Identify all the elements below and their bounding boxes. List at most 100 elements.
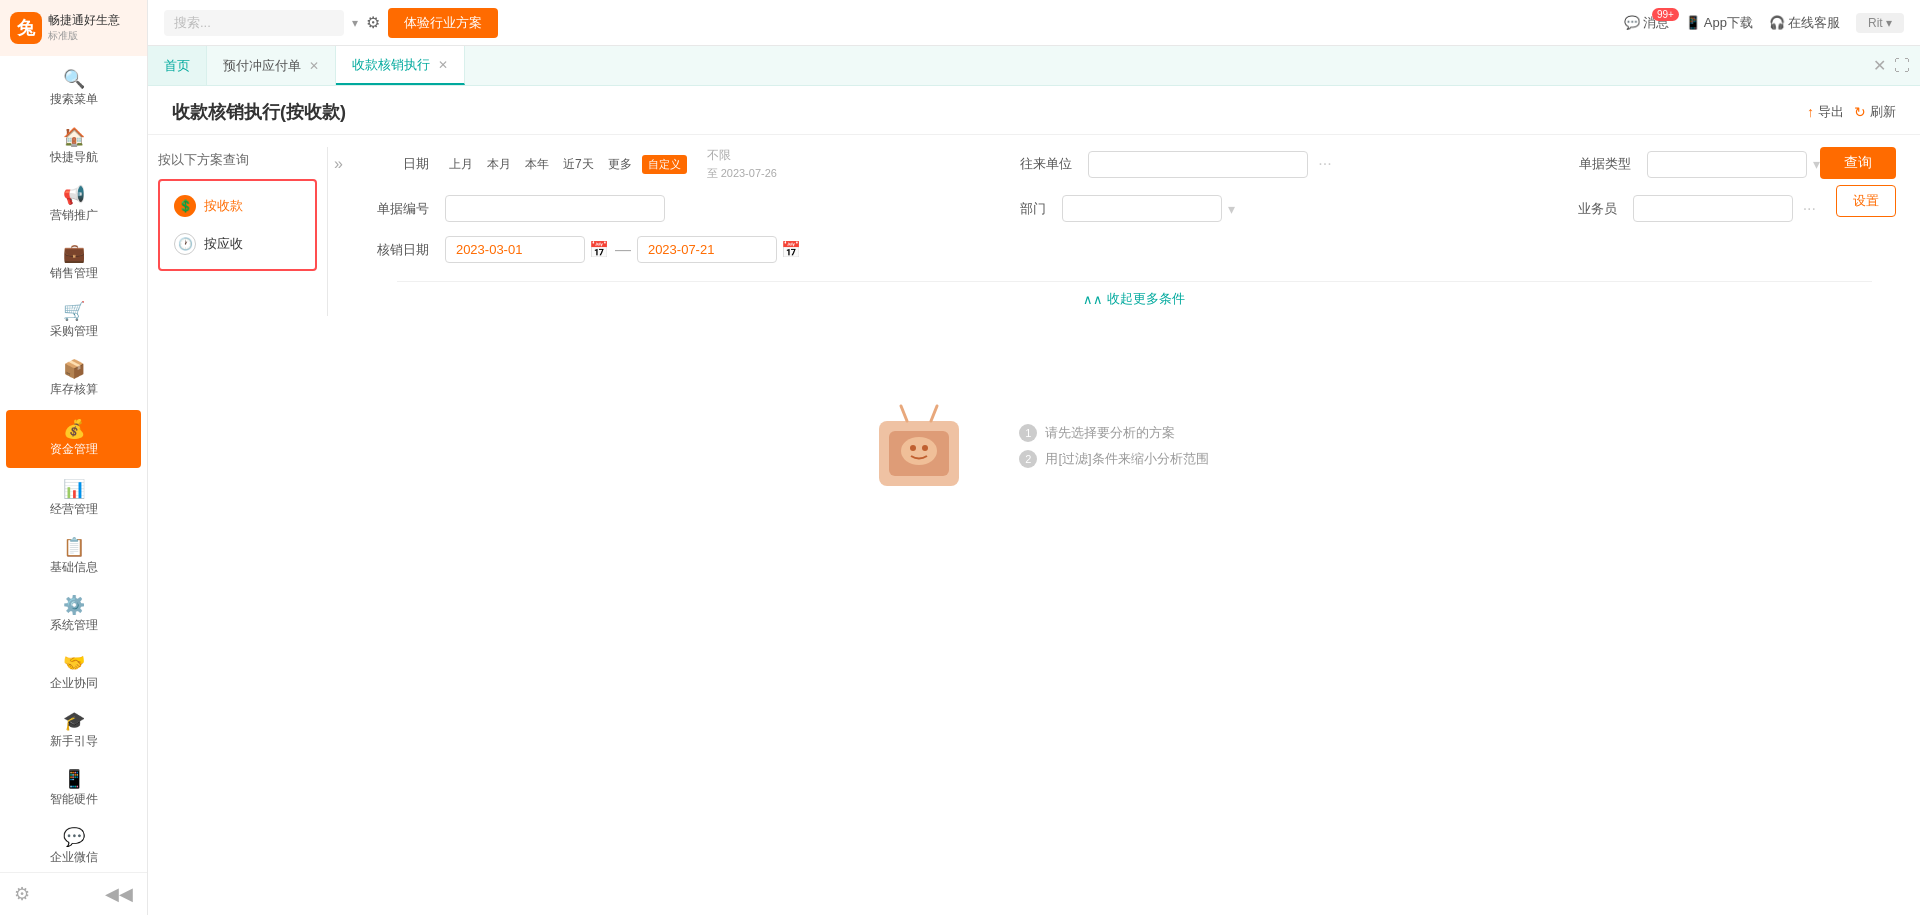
window-controls: ✕ ⛶ (1863, 46, 1920, 85)
export-button[interactable]: ↑ 导出 (1807, 103, 1844, 121)
doc-type-select[interactable] (1647, 151, 1807, 178)
receivable-option-icon: 🕐 (174, 233, 196, 255)
receipt-option-label: 按收款 (204, 197, 243, 215)
filter-by-receipt[interactable]: 💲 按收款 (164, 187, 311, 225)
staff-more-icon[interactable]: ··· (1799, 200, 1820, 218)
page-actions: ↑ 导出 ↻ 刷新 (1807, 103, 1896, 121)
query-actions-col: 查询 设置 (1820, 147, 1896, 277)
sidebar-item-marketing[interactable]: 📢 营销推广 (0, 176, 147, 234)
tab-receivables[interactable]: 收款核销执行 ✕ (336, 46, 465, 85)
header-dropdown-icon[interactable]: ▾ (352, 16, 358, 30)
sidebar-item-system[interactable]: ⚙️ 系统管理 (0, 586, 147, 644)
chevron-up-icon: ∧∧ (1083, 292, 1103, 307)
sidebar-item-quick-nav[interactable]: 🏠 快捷导航 (0, 118, 147, 176)
sidebar-item-label: 新手引导 (50, 733, 98, 750)
settings-bottom-icon[interactable]: ⚙ (14, 883, 30, 905)
dept-label: 部门 (990, 200, 1046, 218)
sidebar-item-label: 企业微信 (50, 849, 98, 866)
prepay-tab-close[interactable]: ✕ (309, 59, 319, 73)
system-icon: ⚙️ (63, 596, 85, 614)
message-icon: 💬 (1624, 15, 1640, 30)
user-menu[interactable]: Rit ▾ (1856, 13, 1904, 33)
verify-end-calendar-icon[interactable]: 📅 (781, 240, 801, 259)
tab-prepay[interactable]: 预付冲应付单 ✕ (207, 46, 336, 85)
empty-hints: 1 请先选择要分析的方案 2 用[过滤]条件来缩小分析范围 (1019, 424, 1208, 468)
wechat-icon: 💬 (63, 828, 85, 846)
sidebar-item-wechat[interactable]: 💬 企业微信 (0, 818, 147, 872)
sidebar: 兔 畅捷通好生意 标准版 🔍 搜索菜单 🏠 快捷导航 📢 营销推广 💼 销售管理… (0, 0, 148, 915)
partner-label: 往来单位 (1016, 155, 1072, 173)
sidebar-item-sales[interactable]: 💼 销售管理 (0, 234, 147, 292)
sidebar-item-purchase[interactable]: 🛒 采购管理 (0, 292, 147, 350)
doc-type-chevron: ▾ (1813, 156, 1820, 172)
sidebar-item-hardware[interactable]: 📱 智能硬件 (0, 760, 147, 818)
date-custom[interactable]: 自定义 (642, 155, 687, 174)
verify-start-wrap: 📅 (445, 236, 609, 263)
dept-select[interactable] (1062, 195, 1222, 222)
date-this-year[interactable]: 本年 (521, 154, 553, 175)
date-this-month[interactable]: 本月 (483, 154, 515, 175)
inventory-icon: 📦 (63, 360, 85, 378)
partner-input[interactable] (1088, 151, 1308, 178)
verify-date-start[interactable] (445, 236, 585, 263)
doc-no-input[interactable] (445, 195, 665, 222)
headset-icon: 🎧 (1769, 15, 1785, 30)
header-gear-icon[interactable]: ⚙ (366, 13, 380, 32)
date-label: 日期 (373, 155, 429, 173)
collapse-sidebar-icon[interactable]: ◀◀ (105, 883, 133, 905)
query-button[interactable]: 查询 (1820, 147, 1896, 179)
sidebar-item-label: 采购管理 (50, 323, 98, 340)
sidebar-item-cooperation[interactable]: 🤝 企业协同 (0, 644, 147, 702)
receivables-tab-label: 收款核销执行 (352, 56, 430, 74)
staff-input[interactable] (1633, 195, 1793, 222)
sidebar-item-guide[interactable]: 🎓 新手引导 (0, 702, 147, 760)
sidebar-item-basic-info[interactable]: 📋 基础信息 (0, 528, 147, 586)
refresh-button[interactable]: ↻ 刷新 (1854, 103, 1896, 121)
message-badge: 99+ (1652, 8, 1679, 21)
verify-start-calendar-icon[interactable]: 📅 (589, 240, 609, 259)
date-last-month[interactable]: 上月 (445, 154, 477, 175)
service-button[interactable]: 🎧 在线客服 (1769, 14, 1840, 32)
sidebar-item-search-menu[interactable]: 🔍 搜索菜单 (0, 60, 147, 118)
logo-text-area: 畅捷通好生意 标准版 (48, 13, 120, 43)
sidebar-item-label: 基础信息 (50, 559, 98, 576)
query-row-1: 日期 上月 本月 本年 近7天 更多 自定义 不限 至 (373, 147, 1820, 181)
verify-date-end[interactable] (637, 236, 777, 263)
sidebar-item-label: 经营管理 (50, 501, 98, 518)
app-name: 畅捷通好生意 (48, 13, 120, 29)
sidebar-item-management[interactable]: 📊 经营管理 (0, 470, 147, 528)
verify-date-label: 核销日期 (373, 241, 429, 259)
doc-type-label: 单据类型 (1575, 155, 1631, 173)
solution-button[interactable]: 体验行业方案 (388, 8, 498, 38)
verify-end-wrap: 📅 (637, 236, 801, 263)
close-window-icon[interactable]: ✕ (1873, 56, 1886, 75)
collapse-panel-icon[interactable]: » (328, 155, 349, 173)
date-more[interactable]: 更多 (604, 154, 636, 175)
message-button[interactable]: 💬 消息 99+ (1624, 14, 1669, 32)
page-title: 收款核销执行(按收款) (172, 100, 346, 124)
sidebar-item-label: 搜索菜单 (50, 91, 98, 108)
query-row-2: 单据编号 部门 ▾ (373, 195, 1820, 222)
search-menu-icon: 🔍 (63, 70, 85, 88)
sidebar-item-finance[interactable]: 💰 资金管理 (6, 410, 141, 468)
filter-by-receivable[interactable]: 🕐 按应收 (164, 225, 311, 263)
app-download-button[interactable]: 📱 App下载 (1685, 14, 1753, 32)
partner-more-icon[interactable]: ··· (1314, 155, 1335, 173)
guide-icon: 🎓 (63, 712, 85, 730)
sidebar-item-inventory[interactable]: 📦 库存核算 (0, 350, 147, 408)
receivables-tab-close[interactable]: ✕ (438, 58, 448, 72)
date-7days[interactable]: 近7天 (559, 154, 598, 175)
empty-hint-1: 1 请先选择要分析的方案 (1019, 424, 1208, 442)
date-separator: — (615, 241, 631, 259)
maximize-window-icon[interactable]: ⛶ (1894, 57, 1910, 75)
collapse-more-conditions[interactable]: ∧∧ 收起更多条件 (397, 281, 1872, 316)
svg-line-6 (931, 406, 937, 421)
date-note: 至 2023-07-26 (707, 166, 777, 181)
tab-home[interactable]: 首页 (148, 46, 207, 85)
setting-button[interactable]: 设置 (1836, 185, 1896, 217)
refresh-label: 刷新 (1870, 103, 1896, 121)
staff-label: 业务员 (1561, 200, 1617, 218)
phone-icon: 📱 (1685, 15, 1701, 30)
svg-point-2 (901, 437, 937, 465)
empty-state: 1 请先选择要分析的方案 2 用[过滤]条件来缩小分析范围 (148, 316, 1920, 576)
